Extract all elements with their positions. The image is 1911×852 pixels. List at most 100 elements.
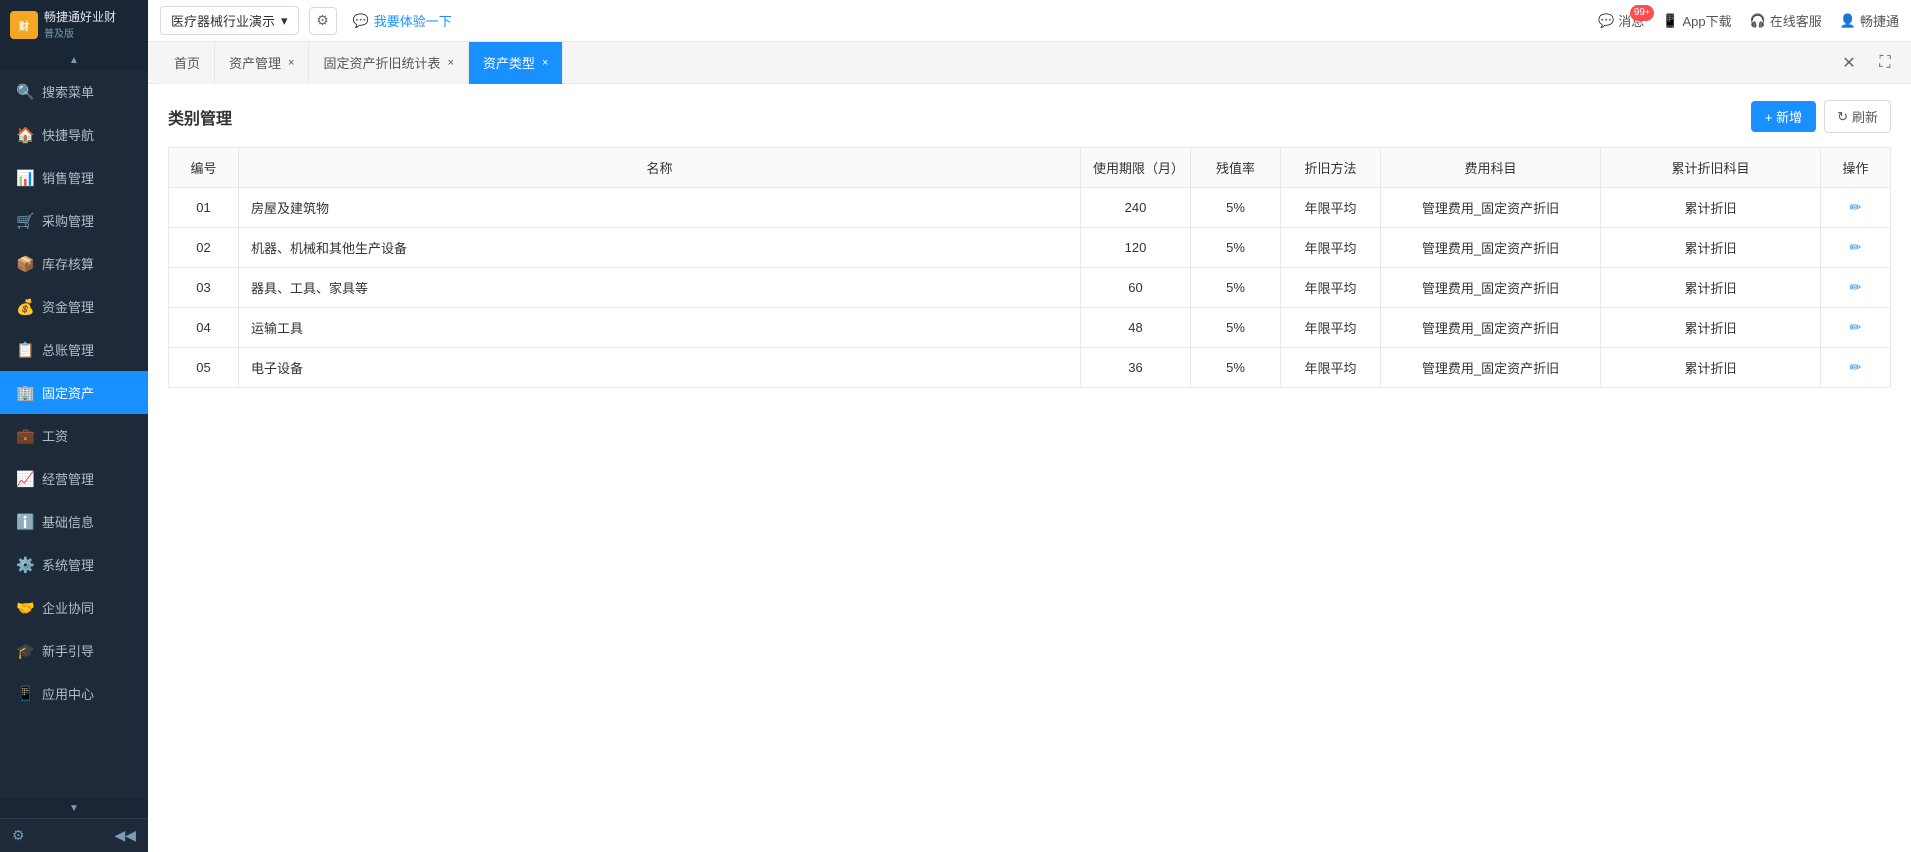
cell-subject: 管理费用_固定资产折旧 [1381,308,1601,348]
cell-method: 年限平均 [1281,268,1381,308]
tab-label: 资产管理 [229,53,281,72]
tab-label: 资产类型 [483,53,535,72]
edit-icon[interactable]: ✏ [1850,319,1862,335]
cell-months: 120 [1081,228,1191,268]
cell-ops: ✏ [1821,348,1891,388]
cell-name: 运输工具 [239,308,1081,348]
fixed-asset-icon: 🏢 [16,384,34,402]
sidebar-scroll-down[interactable]: ▼ [0,798,148,818]
main-area: 医疗器械行业演示 ▾ ⚙ 💬 我要体验一下 💬 消息 99 📱 App下载 🎧 … [148,0,1911,852]
page-header: 类别管理 + 新增 ↻ 刷新 [168,100,1891,133]
service-icon: 🎧 [1750,13,1766,29]
sidebar-item-operations[interactable]: 📈 经营管理 [0,457,148,500]
sidebar-bottom: ⚙ ◀◀ [0,818,148,852]
cell-months: 36 [1081,348,1191,388]
sales-icon: 📊 [16,169,34,187]
trial-button[interactable]: 💬 我要体验一下 [353,11,452,30]
col-header-2: 使用期限（月） [1081,148,1191,188]
cell-months: 60 [1081,268,1191,308]
new-button[interactable]: + 新增 [1751,101,1816,132]
close-tab-button[interactable]: ✕ [1835,49,1863,77]
sidebar-item-sales[interactable]: 📊 销售管理 [0,156,148,199]
cell-id: 01 [169,188,239,228]
col-header-6: 累计折旧科目 [1601,148,1821,188]
settings-icon[interactable]: ⚙ [12,827,25,844]
table-header-row: 编号名称使用期限（月）残值率折旧方法费用科目累计折旧科目操作 [169,148,1891,188]
collapse-icon[interactable]: ◀◀ [114,827,136,844]
edit-icon[interactable]: ✏ [1850,199,1862,215]
refresh-icon: ↻ [1837,109,1848,125]
settings-button[interactable]: ⚙ [309,7,337,35]
asset-type-table: 编号名称使用期限（月）残值率折旧方法费用科目累计折旧科目操作 01 房屋及建筑物… [168,147,1891,388]
sidebar-item-fixed-asset[interactable]: 🏢 固定资产 [0,371,148,414]
sidebar-item-ledger[interactable]: 📋 总账管理 [0,328,148,371]
edit-icon[interactable]: ✏ [1850,239,1862,255]
edit-icon[interactable]: ✏ [1850,279,1862,295]
cell-ops: ✏ [1821,268,1891,308]
tab-fixed-asset-table[interactable]: 固定资产折旧统计表 × [309,42,468,84]
cell-accum: 累计折旧 [1601,188,1821,228]
tab-asset-mgmt[interactable]: 资产管理 × [215,42,309,84]
sidebar-item-enterprise[interactable]: 🤝 企业协同 [0,586,148,629]
edit-icon[interactable]: ✏ [1850,359,1862,375]
sidebar-item-purchase[interactable]: 🛒 采购管理 [0,199,148,242]
sidebar-item-salary[interactable]: 💼 工资 [0,414,148,457]
refresh-button[interactable]: ↻ 刷新 [1824,100,1891,133]
cell-name: 机器、机械和其他生产设备 [239,228,1081,268]
col-header-0: 编号 [169,148,239,188]
app-download-button[interactable]: 📱 App下载 [1662,11,1731,30]
tab-home[interactable]: 首页 [160,42,215,84]
col-header-7: 操作 [1821,148,1891,188]
cell-residual: 5% [1191,268,1281,308]
sidebar-item-label: 销售管理 [42,168,94,187]
cell-accum: 累计折旧 [1601,348,1821,388]
sidebar-item-basic-info[interactable]: ℹ️ 基础信息 [0,500,148,543]
messages-button[interactable]: 💬 消息 99 [1598,11,1644,30]
tab-label: 首页 [174,53,200,72]
col-header-1: 名称 [239,148,1081,188]
maximize-button[interactable]: ⛶ [1871,49,1899,77]
tab-close-icon[interactable]: × [288,57,294,69]
sidebar-item-search[interactable]: 🔍 搜索菜单 [0,70,148,113]
sidebar-item-quick-nav[interactable]: 🏠 快捷导航 [0,113,148,156]
app-name: 畅捷通好业财 [44,10,116,26]
sidebar-item-label: 采购管理 [42,211,94,230]
sidebar-scroll-up[interactable]: ▲ [0,50,148,70]
quick-nav-icon: 🏠 [16,126,34,144]
cell-residual: 5% [1191,308,1281,348]
company-selector[interactable]: 医疗器械行业演示 ▾ [160,6,299,35]
sidebar-item-guide[interactable]: 🎓 新手引导 [0,629,148,672]
table-row: 05 电子设备 36 5% 年限平均 管理费用_固定资产折旧 累计折旧 ✏ [169,348,1891,388]
sidebar-item-label: 资金管理 [42,297,94,316]
cell-ops: ✏ [1821,228,1891,268]
online-service-button[interactable]: 🎧 在线客服 [1750,11,1822,30]
user-avatar[interactable]: 👤 畅捷通 [1840,11,1899,30]
tab-close-icon[interactable]: × [447,57,453,69]
page-title: 类别管理 [168,105,232,129]
tab-label: 固定资产折旧统计表 [323,53,440,72]
sidebar-item-inventory[interactable]: 📦 库存核算 [0,242,148,285]
cell-subject: 管理费用_固定资产折旧 [1381,268,1601,308]
cell-accum: 累计折旧 [1601,268,1821,308]
sidebar-item-app-center[interactable]: 📱 应用中心 [0,672,148,715]
cell-method: 年限平均 [1281,348,1381,388]
col-header-5: 费用科目 [1381,148,1601,188]
cell-accum: 累计折旧 [1601,308,1821,348]
cell-subject: 管理费用_固定资产折旧 [1381,348,1601,388]
basic-info-icon: ℹ️ [16,513,34,531]
inventory-icon: 📦 [16,255,34,273]
tab-close-icon[interactable]: × [542,57,548,69]
sidebar-nav: 🔍 搜索菜单 🏠 快捷导航 📊 销售管理 🛒 采购管理 📦 库存核算 💰 资金管… [0,70,148,798]
sidebar-item-label: 总账管理 [42,340,94,359]
sidebar-item-label: 经营管理 [42,469,94,488]
tab-asset-type[interactable]: 资产类型 × [469,42,563,84]
sidebar-item-system[interactable]: ⚙️ 系统管理 [0,543,148,586]
cell-months: 48 [1081,308,1191,348]
sidebar-item-label: 快捷导航 [42,125,94,144]
cell-id: 04 [169,308,239,348]
sidebar-item-label: 搜索菜单 [42,82,94,101]
sidebar-item-capital[interactable]: 💰 资金管理 [0,285,148,328]
cell-method: 年限平均 [1281,188,1381,228]
tab-controls: ✕ ⛶ [1835,49,1911,77]
cell-name: 房屋及建筑物 [239,188,1081,228]
